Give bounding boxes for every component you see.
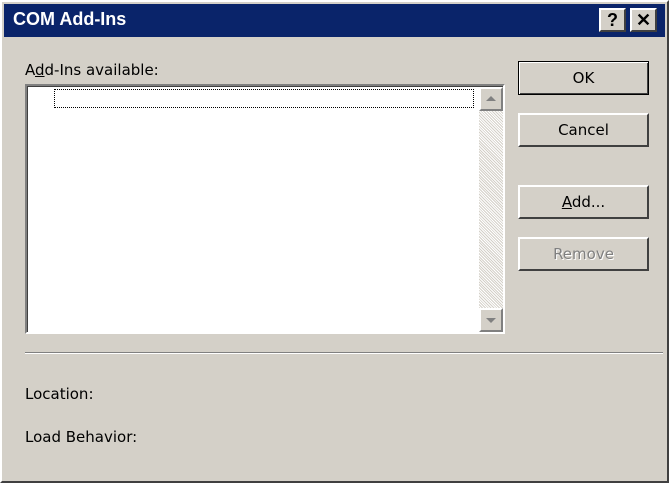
vertical-scrollbar[interactable] — [479, 87, 503, 332]
add-mnemonic: A — [561, 193, 572, 211]
close-button[interactable]: ✕ — [630, 8, 657, 32]
label-suffix: d-Ins available: — [44, 61, 159, 79]
add-button[interactable]: Add... — [518, 185, 649, 219]
addins-listbox[interactable] — [25, 84, 505, 334]
cancel-button[interactable]: Cancel — [518, 113, 649, 147]
remove-button-label: Remove — [553, 245, 614, 263]
separator-line — [25, 352, 663, 354]
add-button-label: Add... — [562, 193, 605, 211]
addins-available-label: Add-Ins available: — [25, 61, 159, 79]
remove-button[interactable]: Remove — [518, 237, 649, 271]
ok-button-label: OK — [572, 69, 595, 87]
scroll-down-button[interactable] — [479, 308, 503, 332]
add-suffix: dd... — [571, 193, 606, 211]
location-label: Location: — [25, 385, 94, 403]
list-focus-row[interactable] — [54, 89, 474, 108]
arrow-down-icon — [486, 318, 496, 323]
cancel-button-label: Cancel — [558, 121, 609, 139]
help-button[interactable]: ? — [599, 8, 626, 32]
load-behavior-label: Load Behavior: — [25, 428, 138, 446]
scroll-up-button[interactable] — [479, 87, 503, 111]
listbox-inner — [27, 86, 503, 332]
close-icon: ✕ — [635, 10, 652, 30]
title-bar: COM Add-Ins ? ✕ — [4, 4, 665, 37]
label-mnemonic: d — [35, 61, 45, 79]
com-addins-dialog: COM Add-Ins ? ✕ Add-Ins available: OK Ca… — [0, 0, 669, 483]
help-icon: ? — [607, 10, 618, 30]
label-prefix: A — [25, 61, 35, 79]
arrow-up-icon — [486, 96, 496, 101]
window-title: COM Add-Ins — [13, 9, 127, 29]
ok-button[interactable]: OK — [518, 61, 649, 95]
